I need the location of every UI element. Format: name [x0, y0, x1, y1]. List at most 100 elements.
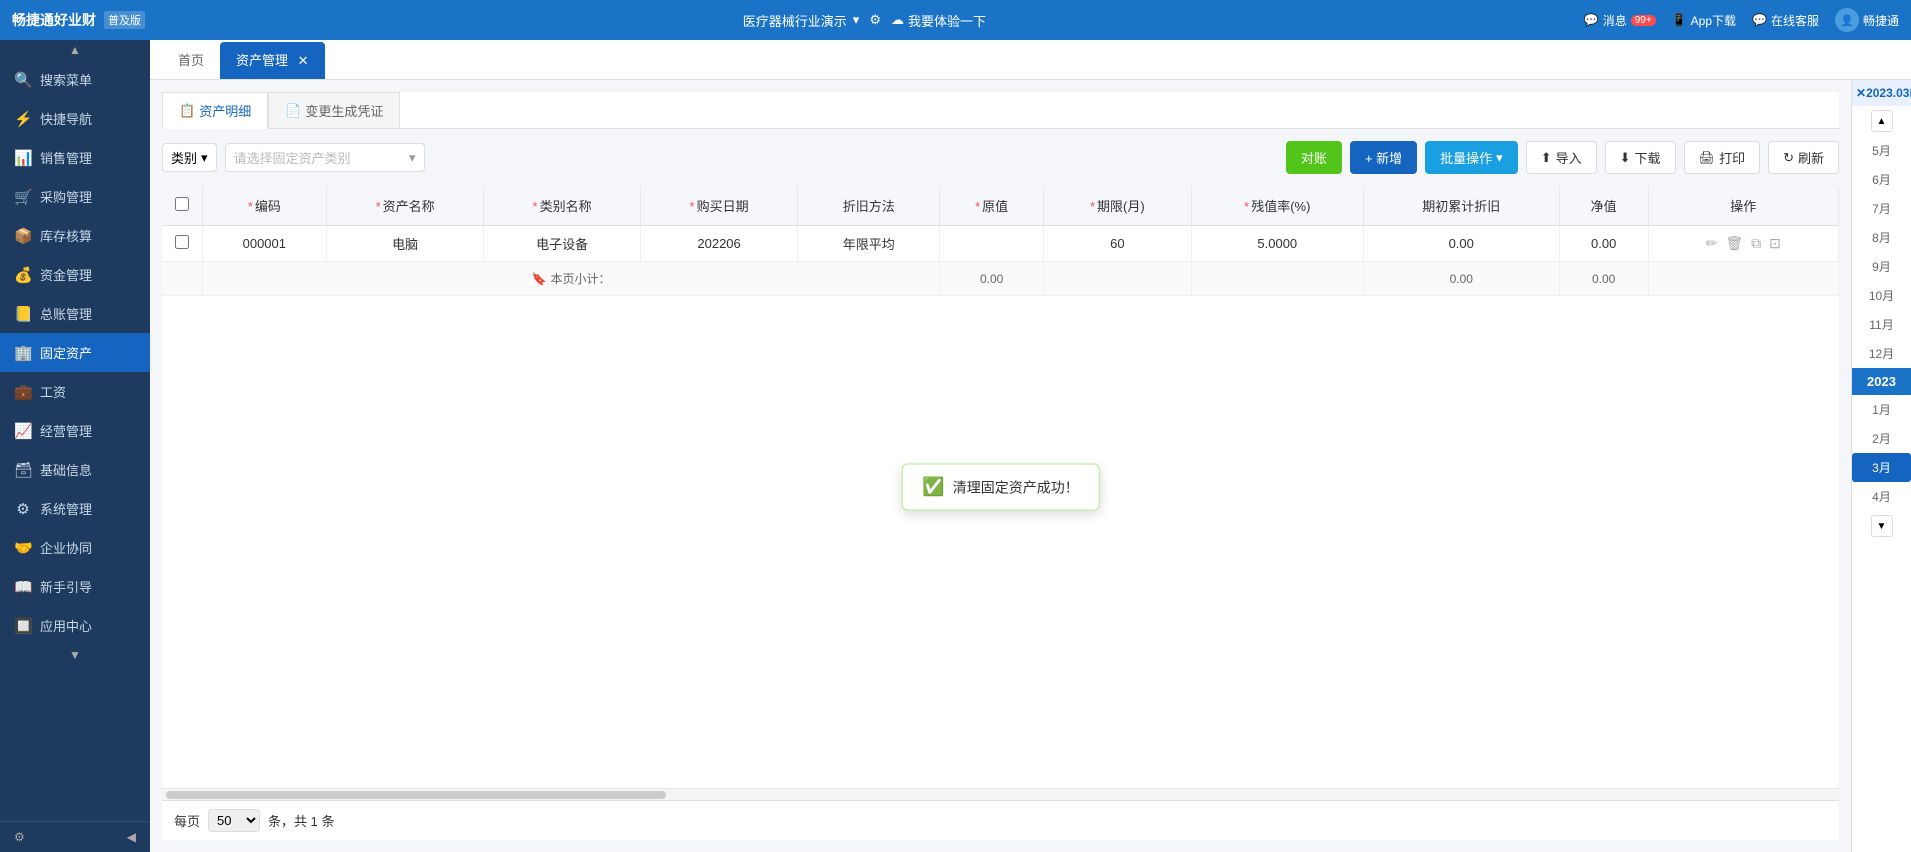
- sidebar-settings-icon[interactable]: ⚙: [14, 830, 25, 844]
- sidebar-item-payroll[interactable]: 💼 工资: [0, 372, 150, 411]
- tab-close-icon[interactable]: ✕: [298, 53, 309, 68]
- sidebar-scroll-up[interactable]: ▲: [0, 40, 150, 60]
- sidebar-item-sales[interactable]: 📊 销售管理: [0, 138, 150, 177]
- subtotal-actions: [1648, 262, 1838, 296]
- message-button[interactable]: 💬 消息 99+: [1584, 12, 1656, 29]
- sales-icon: 📊: [14, 149, 32, 167]
- sidebar-item-assets[interactable]: 🏢 固定资产: [0, 333, 150, 372]
- scroll-down-btn[interactable]: ▼: [1871, 515, 1893, 537]
- month-item-10[interactable]: 10月: [1852, 281, 1911, 310]
- row-select-checkbox[interactable]: [175, 235, 189, 249]
- sidebar-scroll-down[interactable]: ▼: [0, 645, 150, 665]
- download-button[interactable]: ⬇ 下载: [1605, 141, 1676, 174]
- row-checkbox[interactable]: [162, 226, 202, 262]
- close-panel-icon[interactable]: ✕: [1856, 86, 1866, 100]
- month-item-5[interactable]: 5月: [1852, 136, 1911, 165]
- month-item-9[interactable]: 9月: [1852, 252, 1911, 281]
- row-code: 000001: [202, 226, 327, 262]
- sidebar-item-label: 新手引导: [40, 577, 92, 596]
- sidebar-item-inventory[interactable]: 📦 库存核算: [0, 216, 150, 255]
- category-input[interactable]: 请选择固定资产类别 ▾: [225, 143, 425, 172]
- sub-tab-change-voucher[interactable]: 📄 变更生成凭证: [268, 92, 400, 128]
- copy-icon[interactable]: ⧉: [1751, 235, 1761, 252]
- print-button[interactable]: 🖨 打印: [1684, 141, 1761, 174]
- company-selector[interactable]: 医疗器械行业演示 ▾: [743, 11, 860, 30]
- tab-home[interactable]: 首页: [162, 42, 220, 79]
- month-item-1[interactable]: 1月: [1852, 395, 1911, 424]
- system-icon: ⚙: [14, 500, 32, 518]
- delete-icon[interactable]: 🗑: [1725, 235, 1743, 252]
- sidebar-item-purchase[interactable]: 🛒 采购管理: [0, 177, 150, 216]
- settings-icon[interactable]: ⚙: [869, 12, 881, 28]
- online-service-button[interactable]: 💬 在线客服: [1752, 12, 1819, 29]
- assets-icon: 🏢: [14, 344, 32, 362]
- header-code: *编码: [202, 186, 327, 226]
- sidebar-item-label: 库存核算: [40, 226, 92, 245]
- sidebar-item-basic[interactable]: 🗃 基础信息: [0, 450, 150, 489]
- subtotal-row: 🔖本页小计： 0.00 0.00 0.00: [162, 262, 1839, 296]
- basic-icon: 🗃: [14, 461, 32, 479]
- month-item-2[interactable]: 2月: [1852, 424, 1911, 453]
- service-icon: 💬: [1752, 13, 1767, 27]
- experience-button[interactable]: ☁ 我要体验一下: [891, 11, 986, 30]
- row-net-value: 0.00: [1559, 226, 1648, 262]
- tab-asset-management[interactable]: 资产管理 ✕: [220, 42, 325, 79]
- quicknav-icon: ⚡: [14, 110, 32, 128]
- select-all-checkbox[interactable]: [175, 197, 189, 211]
- month-item-4[interactable]: 4月: [1852, 482, 1911, 511]
- header-period-months: *期限(月): [1043, 186, 1191, 226]
- sidebar-item-system[interactable]: ⚙ 系统管理: [0, 489, 150, 528]
- top-header-left: 畅捷通好业财 普及版: [12, 10, 145, 30]
- import-button[interactable]: ⬆ 导入: [1526, 141, 1597, 174]
- import-icon: ⬆: [1541, 150, 1552, 166]
- table-row: 000001 电脑 电子设备 202206 年限平均 60 5.0000 0.0…: [162, 226, 1839, 262]
- per-page-select[interactable]: 50 100: [208, 809, 260, 832]
- reconcile-button[interactable]: 对账: [1286, 141, 1342, 174]
- month-item-7[interactable]: 7月: [1852, 194, 1911, 223]
- row-purchase-date: 202206: [641, 226, 798, 262]
- sidebar-item-ledger[interactable]: 📒 总账管理: [0, 294, 150, 333]
- month-item-6[interactable]: 6月: [1852, 165, 1911, 194]
- print-label: 打印: [1719, 148, 1745, 167]
- scroll-thumb[interactable]: [166, 791, 666, 799]
- panel-arrows: ▲: [1867, 106, 1897, 136]
- month-item-8[interactable]: 8月: [1852, 223, 1911, 252]
- year-month-label: 2023.03: [1866, 86, 1909, 100]
- sidebar-collapse-icon[interactable]: ◀: [127, 830, 136, 844]
- sidebar-item-enterprise[interactable]: 🤝 企业协同: [0, 528, 150, 567]
- sidebar-item-label: 销售管理: [40, 148, 92, 167]
- right-panel-header[interactable]: ✕ 2023.03 ⊡: [1852, 80, 1911, 106]
- sidebar-item-apps[interactable]: 🔲 应用中心: [0, 606, 150, 645]
- user-avatar[interactable]: 👤 畅捷通: [1835, 8, 1899, 32]
- search-icon: 🔍: [14, 71, 32, 89]
- sidebar-item-search[interactable]: 🔍 搜索菜单: [0, 60, 150, 99]
- category-filter[interactable]: 类别 ▾: [162, 143, 217, 172]
- download-icon: ⬇: [1620, 150, 1631, 166]
- year-label-2023: 2023: [1852, 368, 1911, 395]
- batch-button[interactable]: 批量操作 ▾: [1425, 141, 1518, 174]
- sub-tab-asset-detail[interactable]: 📋 资产明细: [162, 92, 268, 129]
- month-item-12[interactable]: 12月: [1852, 339, 1911, 368]
- month-item-3[interactable]: 3月: [1852, 453, 1911, 482]
- sidebar-item-quicknav[interactable]: ⚡ 快捷导航: [0, 99, 150, 138]
- sidebar-item-finance[interactable]: 💰 资金管理: [0, 255, 150, 294]
- edit-icon[interactable]: ✏: [1706, 235, 1718, 252]
- apps-icon: 🔲: [14, 617, 32, 635]
- scroll-up-btn[interactable]: ▲: [1871, 110, 1893, 132]
- cloud-icon: ☁: [891, 12, 904, 28]
- month-item-11[interactable]: 11月: [1852, 310, 1911, 339]
- sidebar-item-guide[interactable]: 📖 新手引导: [0, 567, 150, 606]
- subtotal-period-accum: 0.00: [1363, 262, 1559, 296]
- horizontal-scrollbar[interactable]: [162, 788, 1839, 800]
- message-badge: 99+: [1631, 15, 1656, 26]
- more-icon[interactable]: ⊡: [1769, 235, 1781, 252]
- sidebar-item-operations[interactable]: 📈 经营管理: [0, 411, 150, 450]
- success-check-icon: ✅: [922, 477, 944, 498]
- app-download-button[interactable]: 📱 App下载: [1672, 12, 1736, 29]
- refresh-button[interactable]: ↻ 刷新: [1768, 141, 1839, 174]
- company-dropdown-icon[interactable]: ▾: [853, 12, 860, 28]
- app-download-label: App下载: [1691, 12, 1736, 29]
- header-period-accum: 期初累计折旧: [1363, 186, 1559, 226]
- category-label: 类别: [171, 148, 197, 167]
- new-button[interactable]: + 新增: [1350, 141, 1417, 174]
